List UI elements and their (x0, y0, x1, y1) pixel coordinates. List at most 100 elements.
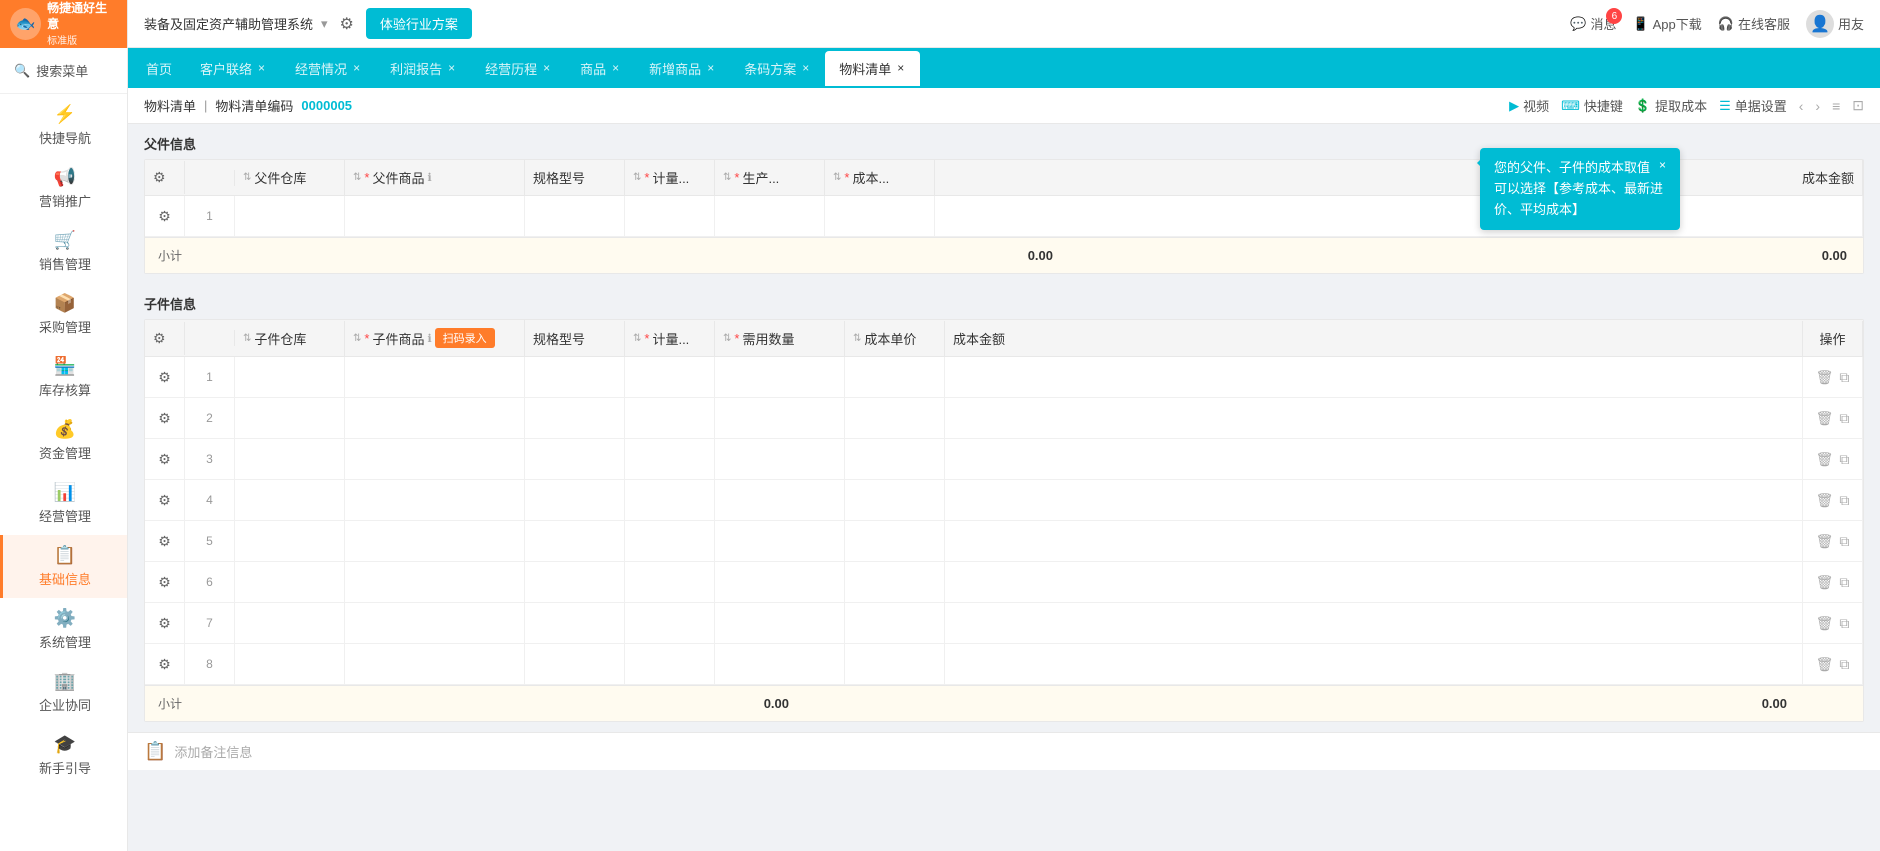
child-td-qty-1[interactable] (715, 357, 845, 397)
tab-home[interactable]: 首页 (132, 51, 186, 86)
shortcut-action-button[interactable]: ⌨ 快捷键 (1561, 96, 1623, 115)
cost-action-button[interactable]: 💲 提取成本 (1635, 96, 1707, 115)
parent-td-warehouse[interactable] (235, 196, 345, 236)
row-gear-icon[interactable]: ⚙ (158, 656, 171, 673)
copy-row-4-button[interactable]: ⧉ (1839, 492, 1849, 509)
app-download-button[interactable]: 📱 App下载 (1632, 14, 1701, 33)
child-td-product-3[interactable] (345, 439, 525, 479)
tab-operations[interactable]: 经营情况 × (281, 51, 376, 86)
sidebar-item-system[interactable]: ⚙️ 系统管理 (0, 598, 127, 661)
delete-row-1-button[interactable]: 🗑 (1816, 369, 1834, 386)
copy-row-6-button[interactable]: ⧉ (1839, 574, 1849, 591)
view-action-button[interactable]: ▶ 视频 (1509, 96, 1549, 115)
sidebar-item-enterprise[interactable]: 🏢 企业协同 (0, 661, 127, 724)
child-td-qty-5[interactable] (715, 521, 845, 561)
child-td-qty-2[interactable] (715, 398, 845, 438)
child-td-unit-7[interactable] (625, 603, 715, 643)
tab-customers[interactable]: 客户联络 × (186, 51, 281, 86)
child-td-unit-6[interactable] (625, 562, 715, 602)
parent-td-unit[interactable] (625, 196, 715, 236)
child-td-unit-3[interactable] (625, 439, 715, 479)
tab-close-customers[interactable]: × (256, 61, 267, 75)
child-td-unit-8[interactable] (625, 644, 715, 684)
expand-button[interactable]: ⊡ (1852, 97, 1864, 114)
child-td-product-7[interactable] (345, 603, 525, 643)
copy-row-8-button[interactable]: ⧉ (1839, 656, 1849, 673)
row-gear-icon[interactable]: ⚙ (158, 533, 171, 550)
search-menu-button[interactable]: 🔍 搜索菜单 (8, 56, 119, 85)
child-td-unit-2[interactable] (625, 398, 715, 438)
sidebar-item-finance[interactable]: 💰 资金管理 (0, 409, 127, 472)
copy-row-7-button[interactable]: ⧉ (1839, 615, 1849, 632)
tooltip-close-button[interactable]: × (1659, 158, 1666, 172)
tab-close-new-goods[interactable]: × (705, 61, 716, 75)
child-td-warehouse-4[interactable] (235, 480, 345, 520)
parent-td-production[interactable] (715, 196, 825, 236)
settings-action-button[interactable]: ☰ 单据设置 (1719, 96, 1787, 115)
child-td-qty-3[interactable] (715, 439, 845, 479)
sidebar-item-guide[interactable]: 🎓 新手引导 (0, 724, 127, 787)
tab-close-operations[interactable]: × (351, 61, 362, 75)
tab-close-goods[interactable]: × (610, 61, 621, 75)
sidebar-item-operation[interactable]: 📊 经营管理 (0, 472, 127, 535)
message-button[interactable]: 💬 消息 6 (1570, 14, 1616, 33)
child-td-product-5[interactable] (345, 521, 525, 561)
parent-td-cost[interactable] (825, 196, 935, 236)
copy-row-3-button[interactable]: ⧉ (1839, 451, 1849, 468)
child-td-warehouse-5[interactable] (235, 521, 345, 561)
tab-close-bom[interactable]: × (895, 61, 906, 75)
tab-profit[interactable]: 利润报告 × (376, 51, 471, 86)
child-td-unit-4[interactable] (625, 480, 715, 520)
child-td-qty-7[interactable] (715, 603, 845, 643)
child-td-product-2[interactable] (345, 398, 525, 438)
child-td-warehouse-8[interactable] (235, 644, 345, 684)
copy-row-2-button[interactable]: ⧉ (1839, 410, 1849, 427)
child-td-product-4[interactable] (345, 480, 525, 520)
row-gear-icon[interactable]: ⚙ (158, 369, 171, 386)
info-icon[interactable]: ℹ (427, 332, 431, 345)
child-td-product-1[interactable] (345, 357, 525, 397)
row-gear-icon[interactable]: ⚙ (158, 492, 171, 509)
sidebar-item-purchase[interactable]: 📦 采购管理 (0, 283, 127, 346)
tab-close-profit[interactable]: × (446, 61, 457, 75)
row-gear-icon[interactable]: ⚙ (158, 410, 171, 427)
tab-bom[interactable]: 物料清单 × (825, 51, 920, 86)
delete-row-3-button[interactable]: 🗑 (1816, 451, 1834, 468)
child-td-warehouse-6[interactable] (235, 562, 345, 602)
child-td-qty-4[interactable] (715, 480, 845, 520)
sidebar-item-inventory[interactable]: 🏪 库存核算 (0, 346, 127, 409)
sidebar-item-basic[interactable]: 📋 基础信息 (0, 535, 127, 598)
tab-close-history[interactable]: × (541, 61, 552, 75)
tab-close-barcode[interactable]: × (800, 61, 811, 75)
row-gear-icon[interactable]: ⚙ (158, 208, 171, 225)
child-td-warehouse-7[interactable] (235, 603, 345, 643)
sidebar-item-sales[interactable]: 🛒 销售管理 (0, 220, 127, 283)
add-note-label[interactable]: 添加备注信息 (174, 742, 252, 761)
next-page-button[interactable]: › (1815, 98, 1820, 114)
info-icon[interactable]: ℹ (427, 171, 431, 184)
gear-icon[interactable]: ⚙ (153, 330, 166, 347)
sidebar-item-marketing[interactable]: 📢 营销推广 (0, 157, 127, 220)
child-td-unit-5[interactable] (625, 521, 715, 561)
tab-history[interactable]: 经营历程 × (471, 51, 566, 86)
child-td-unit-1[interactable] (625, 357, 715, 397)
row-gear-icon[interactable]: ⚙ (158, 451, 171, 468)
delete-row-6-button[interactable]: 🗑 (1816, 574, 1834, 591)
delete-row-8-button[interactable]: 🗑 (1816, 656, 1834, 673)
try-industry-button[interactable]: 体验行业方案 (366, 8, 472, 39)
parent-td-product[interactable] (345, 196, 525, 236)
tab-new-goods[interactable]: 新增商品 × (635, 51, 730, 86)
child-td-qty-6[interactable] (715, 562, 845, 602)
prev-page-button[interactable]: ‹ (1799, 98, 1804, 114)
delete-row-4-button[interactable]: 🗑 (1816, 492, 1834, 509)
row-gear-icon[interactable]: ⚙ (158, 615, 171, 632)
scan-input-button[interactable]: 扫码录入 (435, 328, 495, 348)
copy-row-1-button[interactable]: ⧉ (1839, 369, 1849, 386)
copy-row-5-button[interactable]: ⧉ (1839, 533, 1849, 550)
child-td-product-8[interactable] (345, 644, 525, 684)
child-td-product-6[interactable] (345, 562, 525, 602)
tab-goods[interactable]: 商品 × (566, 51, 635, 86)
online-service-button[interactable]: 🎧 在线客服 (1718, 14, 1790, 33)
delete-row-5-button[interactable]: 🗑 (1816, 533, 1834, 550)
topbar-settings-button[interactable]: ⚙ (336, 10, 358, 38)
